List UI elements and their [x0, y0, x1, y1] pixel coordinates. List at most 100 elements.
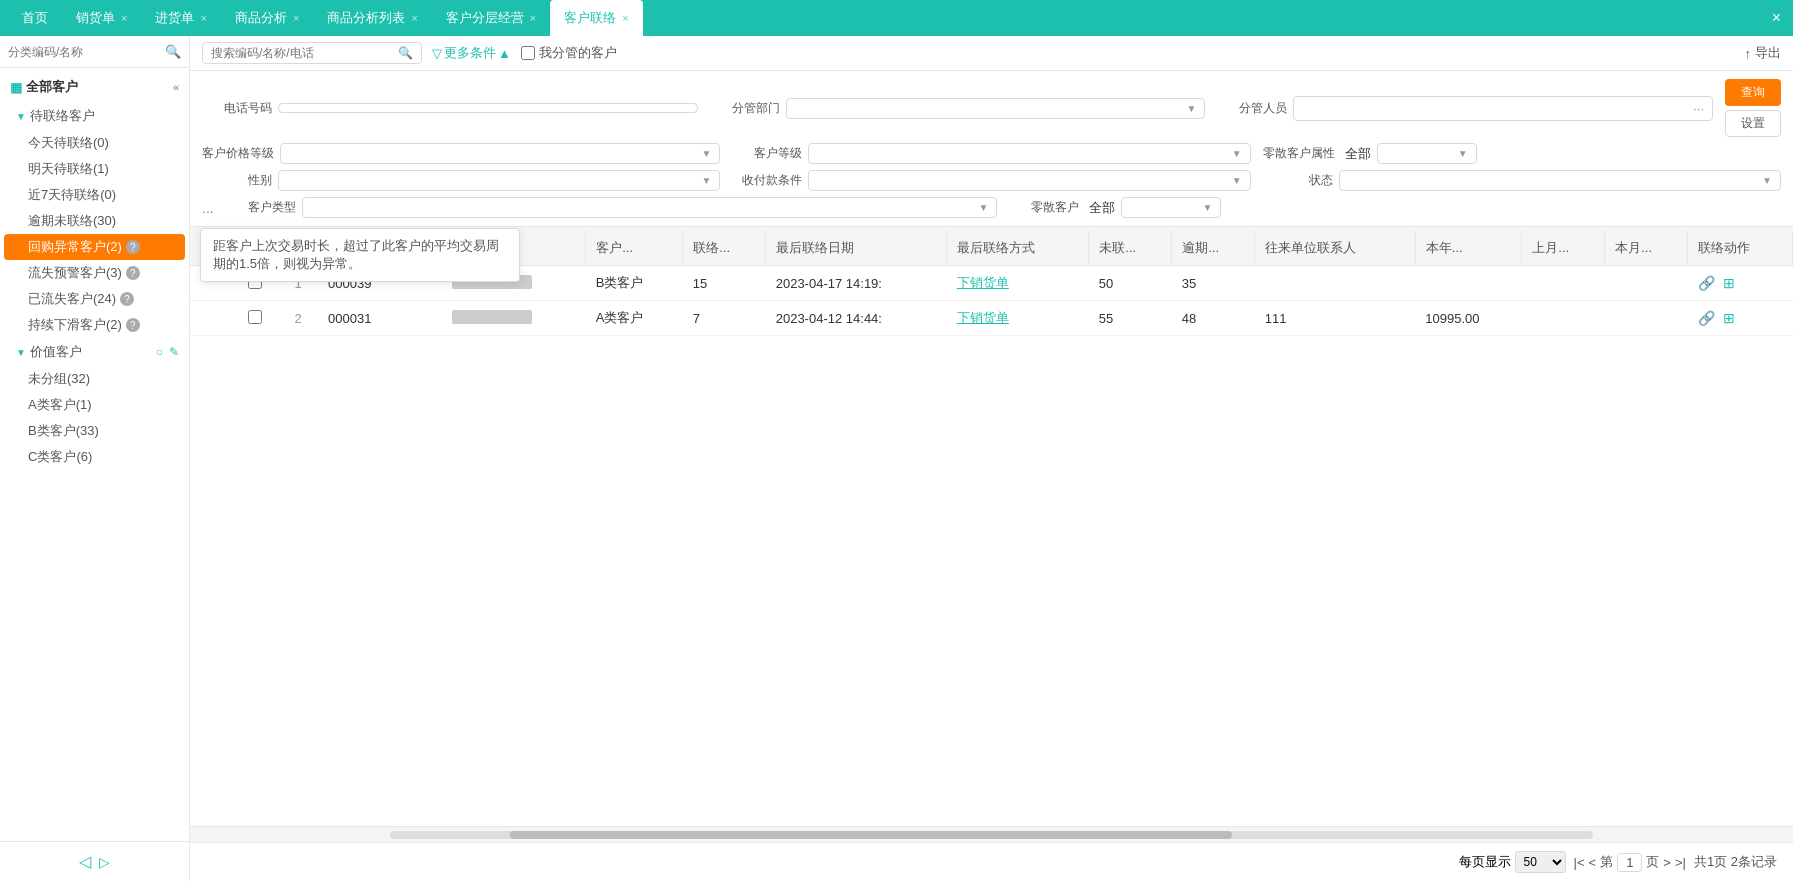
row1-link-icon[interactable]: 🔗 — [1698, 275, 1715, 291]
sidebar-item-unclassified[interactable]: 未分组(32) — [0, 366, 189, 392]
filter-more-dots[interactable]: ... — [202, 200, 214, 216]
sidebar-search-icon[interactable]: 🔍 — [165, 44, 181, 59]
sidebar-item-lost-warning[interactable]: 流失预警客户(3) ? — [0, 260, 189, 286]
row2-last-method[interactable]: 下销货单 — [957, 310, 1009, 325]
sidebar-item-class-b[interactable]: B类客户(33) — [0, 418, 189, 444]
row2-link-icon[interactable]: 🔗 — [1698, 310, 1715, 326]
my-customers-checkbox-area: 我分管的客户 — [521, 44, 617, 62]
sidebar-item-class-a[interactable]: A类客户(1) — [0, 392, 189, 418]
export-button[interactable]: ↑ 导出 — [1745, 44, 1782, 62]
department-input[interactable]: ▼ — [786, 98, 1206, 119]
gender-input[interactable]: ▼ — [278, 170, 720, 191]
manager-input[interactable]: ··· — [1293, 96, 1713, 121]
more-conditions-button[interactable]: ▽ 更多条件 ▲ — [432, 44, 511, 62]
customer-type-input[interactable]: ▼ — [302, 197, 998, 218]
nav-tab-goods-analysis-close[interactable]: × — [293, 12, 299, 24]
my-customers-checkbox[interactable] — [521, 46, 535, 60]
scroll-track[interactable] — [390, 831, 1593, 839]
next-page-btn[interactable]: > — [1663, 855, 1671, 870]
customer-level-input[interactable]: ▼ — [808, 143, 1250, 164]
last-page-btn[interactable]: >| — [1675, 855, 1686, 870]
filter-bar: 🔍 ▽ 更多条件 ▲ 我分管的客户 ↑ 导出 — [190, 36, 1793, 71]
sidebar-all-customers[interactable]: ▦ 全部客户 « — [0, 72, 189, 102]
sidebar-item-overdue[interactable]: 逾期未联络(30) — [0, 208, 189, 234]
row1-overdue-cell: 35 — [1172, 266, 1255, 301]
nav-tab-goods-analysis-list[interactable]: 商品分析列表 × — [313, 0, 431, 36]
row2-contact: 7 — [693, 311, 700, 326]
this-year-col-label: 本年... — [1426, 240, 1463, 255]
sidebar-value-group[interactable]: ▼ 价值客户 ○ ✎ — [0, 338, 189, 366]
nav-tab-goods-analysis-list-label: 商品分析列表 — [327, 9, 405, 27]
settings-button[interactable]: 设置 — [1725, 110, 1781, 137]
pagination: 每页显示 50 100 200 |< < 第 1 页 > >| 共1页 2条记录 — [190, 842, 1793, 881]
table-area: ⚙ ⇅ 客户编码 ⇅ 客户名称 客户... — [190, 231, 1793, 826]
search-icon: 🔍 — [398, 46, 413, 60]
row2-name-blurred — [452, 310, 532, 324]
row2-name-cell — [442, 301, 585, 336]
first-page-btn[interactable]: |< — [1574, 855, 1585, 870]
sidebar-item-tomorrow[interactable]: 明天待联络(1) — [0, 156, 189, 182]
sidebar-item-class-b-label: B类客户(33) — [28, 423, 99, 438]
sidebar-item-today[interactable]: 今天待联络(0) — [0, 130, 189, 156]
value-group-edit-icon[interactable]: ✎ — [169, 345, 179, 359]
customer-level-field: 客户等级 ▼ — [732, 143, 1250, 164]
content-area: 🔍 ▽ 更多条件 ▲ 我分管的客户 ↑ 导出 电话号码 — [190, 36, 1793, 881]
search-input[interactable] — [211, 46, 398, 60]
retail-customer-input[interactable]: ▼ — [1121, 197, 1221, 218]
current-page-input[interactable]: 1 — [1617, 853, 1642, 872]
nav-tab-goods-analysis[interactable]: 商品分析 × — [221, 0, 313, 36]
row2-checkbox[interactable] — [248, 310, 262, 324]
nav-tab-customer-segment-close[interactable]: × — [530, 12, 536, 24]
sidebar-item-repurchase-abnormal[interactable]: 回购异常客户(2) ? — [4, 234, 185, 260]
row1-unit-contact-cell — [1255, 266, 1416, 301]
nav-tab-purchase-close[interactable]: × — [200, 12, 206, 24]
sidebar-expand-btn[interactable]: ◁ — [79, 852, 91, 871]
scroll-thumb[interactable] — [510, 831, 1232, 839]
nav-tab-customer-segment[interactable]: 客户分层经营 × — [432, 0, 550, 36]
sidebar-item-already-lost[interactable]: 已流失客户(24) ? — [0, 286, 189, 312]
top-navigation: 首页 销货单 × 进货单 × 商品分析 × 商品分析列表 × 客户分层经营 × … — [0, 0, 1793, 36]
sidebar-pending-group[interactable]: ▼ 待联络客户 — [0, 102, 189, 130]
advanced-filter: 电话号码 分管部门 ▼ 分管人员 ··· 查询 设置 — [190, 71, 1793, 227]
row2-unit-contact: 111 — [1265, 311, 1287, 326]
export-label: 导出 — [1755, 44, 1781, 62]
sidebar-item-lost-warning-label: 流失预警客户(3) — [28, 264, 122, 282]
action-col-label: 联络动作 — [1698, 240, 1750, 255]
nav-tab-goods-analysis-list-close[interactable]: × — [411, 12, 417, 24]
sidebar-item-class-c[interactable]: C类客户(6) — [0, 444, 189, 470]
nav-tab-home[interactable]: 首页 — [8, 0, 62, 36]
sidebar-bottom-icon[interactable]: ▷ — [99, 854, 110, 870]
status-input[interactable]: ▼ — [1339, 170, 1781, 191]
row1-last-method[interactable]: 下销货单 — [957, 275, 1009, 290]
per-page-select[interactable]: 50 100 200 — [1515, 851, 1566, 873]
row2-grid-icon[interactable]: ⊞ — [1723, 310, 1735, 326]
nav-tab-customer-contact[interactable]: 客户联络 × — [550, 0, 642, 36]
payment-input[interactable]: ▼ — [808, 170, 1250, 191]
phone-input[interactable] — [278, 103, 698, 113]
nav-tab-purchase[interactable]: 进货单 × — [141, 0, 220, 36]
sidebar-search-input[interactable] — [8, 45, 161, 59]
horizontal-scrollbar[interactable] — [190, 826, 1793, 842]
sidebar-collapse-btn[interactable]: « — [173, 81, 179, 93]
retail-customer-label: 零散客户 — [1009, 199, 1079, 216]
sidebar-item-declining[interactable]: 持续下滑客户(2) ? — [0, 312, 189, 338]
sidebar-item-7days[interactable]: 近7天待联络(0) — [0, 182, 189, 208]
price-level-input[interactable]: ▼ — [280, 143, 720, 164]
row1-grid-icon[interactable]: ⊞ — [1723, 275, 1735, 291]
row2-this-year-cell: 10995.00 — [1415, 301, 1521, 336]
nav-tab-home-label: 首页 — [22, 9, 48, 27]
sidebar-item-unclassified-label: 未分组(32) — [28, 371, 90, 386]
sidebar-item-repurchase-label: 回购异常客户(2) — [28, 238, 122, 256]
nav-tab-sales[interactable]: 销货单 × — [62, 0, 141, 36]
query-button[interactable]: 查询 — [1725, 79, 1781, 106]
nav-tab-customer-contact-close[interactable]: × — [622, 12, 628, 24]
close-all-button[interactable]: × — [1772, 9, 1781, 27]
prev-page-btn[interactable]: < — [1589, 855, 1597, 870]
nav-tab-purchase-label: 进货单 — [155, 9, 194, 27]
already-lost-help-icon: ? — [120, 292, 134, 306]
nav-tab-sales-close[interactable]: × — [121, 12, 127, 24]
row1-not-contact: 50 — [1099, 276, 1113, 291]
row2-level: A类客户 — [596, 310, 644, 325]
retail-attr-input[interactable]: ▼ — [1377, 143, 1477, 164]
sidebar-all-customers-label: 全部客户 — [26, 78, 78, 96]
